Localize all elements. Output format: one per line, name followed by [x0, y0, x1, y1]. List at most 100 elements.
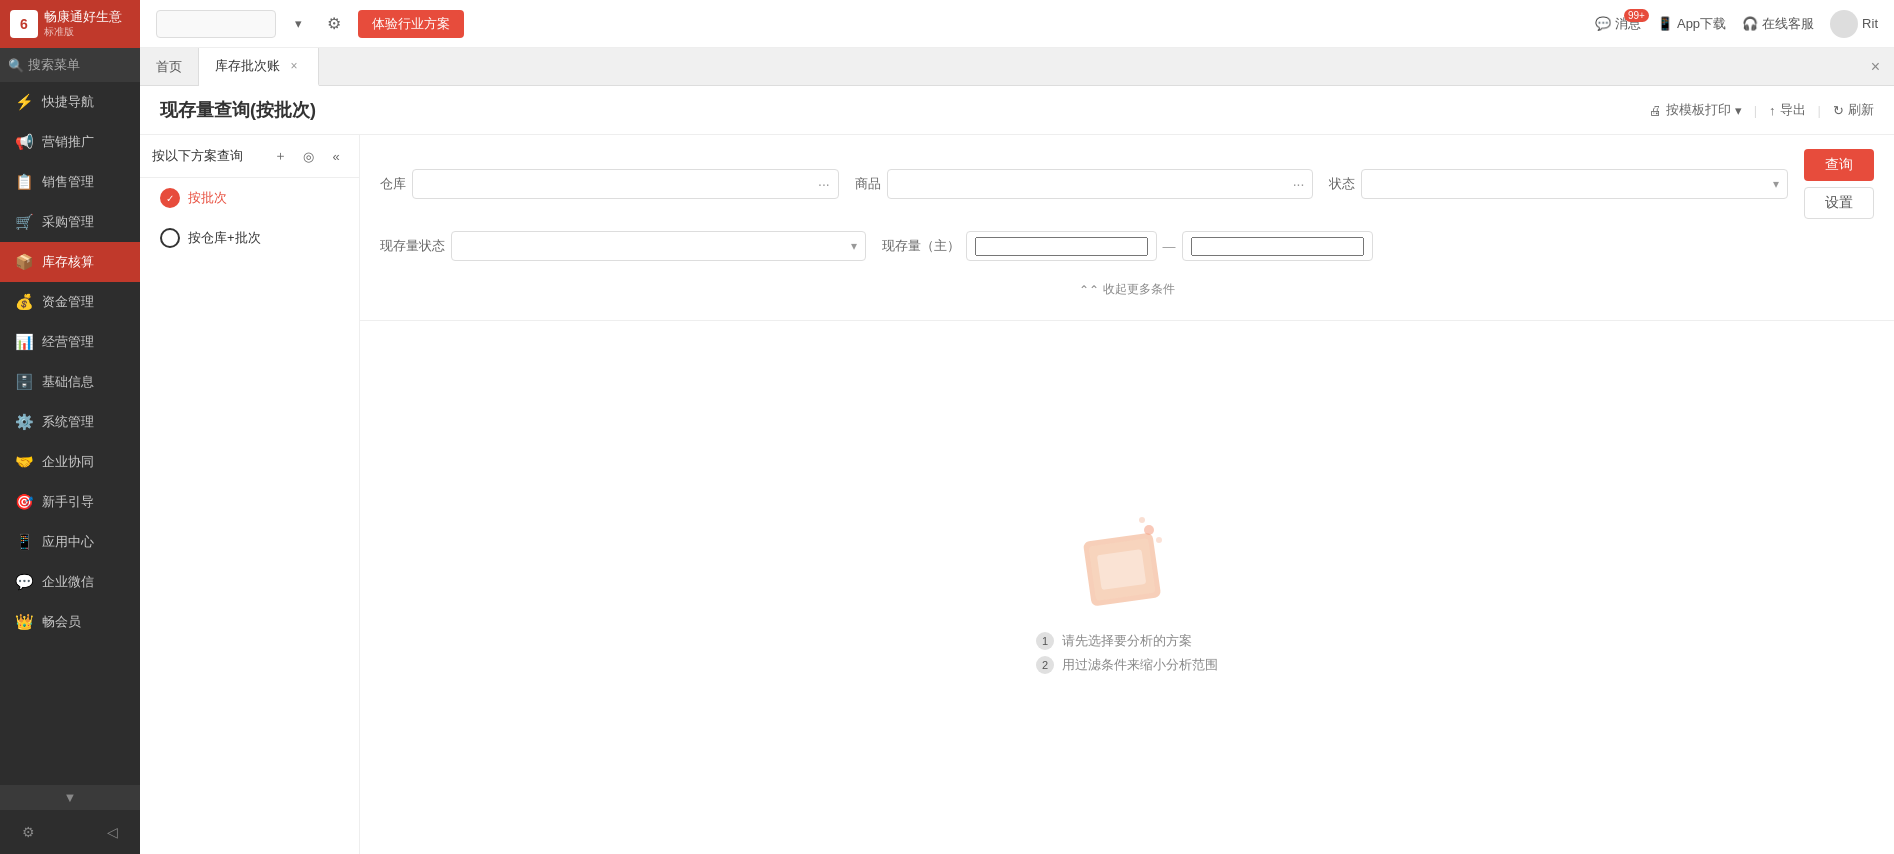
collapse-more-btn[interactable]: ⌃⌃ 收起更多条件: [380, 273, 1874, 306]
sidebar-item-finance[interactable]: 💰 资金管理: [0, 282, 140, 322]
app-download-btn[interactable]: 📱 App下载: [1657, 15, 1726, 33]
sidebar-item-marketing[interactable]: 📢 营销推广: [0, 122, 140, 162]
topbar-search-input[interactable]: [156, 10, 276, 38]
plus-icon: ＋: [274, 147, 287, 165]
sidebar-header-text: 畅康通好生意 标准版: [44, 9, 122, 39]
main-content: ▾ ⚙ 体验行业方案 💬 消息 99+ 📱 App下载 🎧 在线客服 Rit: [140, 0, 1894, 854]
export-icon: ↑: [1769, 103, 1776, 118]
sidebar-item-purchase[interactable]: 🛒 采购管理: [0, 202, 140, 242]
query-button[interactable]: 查询: [1804, 149, 1874, 181]
sidebar-item-label: 系统管理: [42, 413, 94, 431]
print-dropdown-icon[interactable]: ▾: [1735, 103, 1742, 118]
sidebar-item-label: 企业微信: [42, 573, 94, 591]
filter-area: 仓库 ··· 商品 ···: [360, 135, 1894, 321]
collapse-sidebar-btn[interactable]: ◁: [98, 818, 126, 846]
collapse-up-icon: ⌃⌃: [1079, 283, 1099, 297]
add-scheme-btn[interactable]: ＋: [269, 145, 291, 167]
sidebar-item-label: 快捷导航: [42, 93, 94, 111]
tabbar: 首页 库存批次账 × ×: [140, 48, 1894, 86]
sidebar-item-system[interactable]: ⚙️ 系统管理: [0, 402, 140, 442]
online-service-label: 在线客服: [1762, 15, 1814, 33]
sidebar-item-wechat[interactable]: 💬 企业微信: [0, 562, 140, 602]
sidebar: 6 畅康通好生意 标准版 🔍 搜索菜单 ⚡ 快捷导航 📢 营销推广 📋 销售管理…: [0, 0, 140, 854]
inventory-status-select[interactable]: ▾: [451, 231, 866, 261]
qty-max-text[interactable]: [1191, 237, 1364, 256]
qty-label: 现存量（主）: [882, 237, 960, 255]
settings-footer-btn[interactable]: ⚙: [14, 818, 42, 846]
warehouse-more-icon[interactable]: ···: [818, 176, 830, 192]
purchase-icon: 🛒: [14, 212, 34, 232]
sidebar-item-newbie[interactable]: 🎯 新手引导: [0, 482, 140, 522]
empty-illustration: [1067, 502, 1187, 622]
collapse-panel-btn[interactable]: «: [325, 145, 347, 167]
svg-point-3: [1144, 525, 1154, 535]
tab-close-btn[interactable]: ×: [286, 58, 302, 74]
tab-inventory-batch-label: 库存批次账: [215, 57, 280, 75]
user-btn[interactable]: Rit: [1830, 10, 1878, 38]
scheme-item-by-batch[interactable]: ✓ 按批次: [140, 178, 359, 218]
left-panel-header-actions: ＋ ◎ «: [269, 145, 347, 167]
filter-row-1: 仓库 ··· 商品 ···: [380, 149, 1874, 219]
page-title: 现存量查询(按批次): [160, 98, 316, 122]
product-text-input[interactable]: [896, 177, 1289, 191]
refresh-btn[interactable]: ↻ 刷新: [1833, 101, 1874, 119]
export-btn[interactable]: ↑ 导出: [1769, 101, 1806, 119]
content-area: 现存量查询(按批次) 🖨 按模板打印 ▾ | ↑ 导出 | ↻ 刷新: [140, 86, 1894, 854]
sidebar-scroll-down[interactable]: ▼: [0, 785, 140, 809]
warehouse-text-input[interactable]: [421, 177, 814, 191]
qty-min-text[interactable]: [975, 237, 1148, 256]
status-select[interactable]: ▾: [1361, 169, 1788, 199]
qty-min-input[interactable]: [966, 231, 1157, 261]
topbar-gear-btn[interactable]: ⚙: [320, 10, 348, 38]
sidebar-item-label: 新手引导: [42, 493, 94, 511]
svg-point-5: [1139, 517, 1145, 523]
finance-icon: 💰: [14, 292, 34, 312]
inventory-icon: 📦: [14, 252, 34, 272]
product-filter: 商品 ···: [855, 169, 1314, 199]
wechat-icon: 💬: [14, 572, 34, 592]
scheme-item-by-warehouse-batch[interactable]: 按仓库+批次: [140, 218, 359, 258]
scheme-label: 按仓库+批次: [188, 229, 261, 247]
sidebar-search[interactable]: 🔍 搜索菜单: [0, 48, 140, 82]
sidebar-item-quick-nav[interactable]: ⚡ 快捷导航: [0, 82, 140, 122]
online-service-btn[interactable]: 🎧 在线客服: [1742, 15, 1814, 33]
warehouse-input[interactable]: ···: [412, 169, 839, 199]
scheme-settings-btn[interactable]: ◎: [297, 145, 319, 167]
hint-2-text: 用过滤条件来缩小分析范围: [1062, 656, 1218, 674]
sidebar-item-operation[interactable]: 📊 经营管理: [0, 322, 140, 362]
page-header-actions: 🖨 按模板打印 ▾ | ↑ 导出 | ↻ 刷新: [1649, 101, 1874, 119]
tab-inventory-batch[interactable]: 库存批次账 ×: [199, 48, 319, 86]
inventory-status-filter: 现存量状态 ▾: [380, 231, 866, 261]
product-more-icon[interactable]: ···: [1293, 176, 1305, 192]
trial-btn[interactable]: 体验行业方案: [358, 10, 464, 38]
tab-panel-close-btn[interactable]: ×: [1871, 58, 1880, 76]
sidebar-item-sales[interactable]: 📋 销售管理: [0, 162, 140, 202]
sidebar-item-app-center[interactable]: 📱 应用中心: [0, 522, 140, 562]
topbar: ▾ ⚙ 体验行业方案 💬 消息 99+ 📱 App下载 🎧 在线客服 Rit: [140, 0, 1894, 48]
sidebar-item-basic[interactable]: 🗄️ 基础信息: [0, 362, 140, 402]
collapse-more-label: 收起更多条件: [1103, 281, 1175, 298]
main-layout: 按以下方案查询 ＋ ◎ « ✓ 按批次: [140, 135, 1894, 854]
qty-max-input[interactable]: [1182, 231, 1373, 261]
phone-icon: 📱: [1657, 16, 1673, 31]
sidebar-item-enterprise[interactable]: 🤝 企业协同: [0, 442, 140, 482]
message-icon: 💬: [1595, 16, 1611, 31]
chevron-left-icon: «: [332, 149, 339, 164]
product-input[interactable]: ···: [887, 169, 1314, 199]
empty-icon: [1067, 502, 1187, 622]
sidebar-item-inventory[interactable]: 📦 库存核算: [0, 242, 140, 282]
avatar: [1830, 10, 1858, 38]
messages-btn[interactable]: 💬 消息 99+: [1595, 15, 1641, 33]
sidebar-item-label: 营销推广: [42, 133, 94, 151]
sidebar-item-label: 采购管理: [42, 213, 94, 231]
marketing-icon: 📢: [14, 132, 34, 152]
settings-button[interactable]: 设置: [1804, 187, 1874, 219]
topbar-dropdown-btn[interactable]: ▾: [286, 12, 310, 36]
product-label: 商品: [855, 175, 881, 193]
sidebar-item-label: 库存核算: [42, 253, 94, 271]
sales-icon: 📋: [14, 172, 34, 192]
tab-home[interactable]: 首页: [140, 48, 199, 86]
scheme-radio: [160, 228, 180, 248]
print-btn[interactable]: 🖨 按模板打印 ▾: [1649, 101, 1742, 119]
sidebar-item-member[interactable]: 👑 畅会员: [0, 602, 140, 642]
